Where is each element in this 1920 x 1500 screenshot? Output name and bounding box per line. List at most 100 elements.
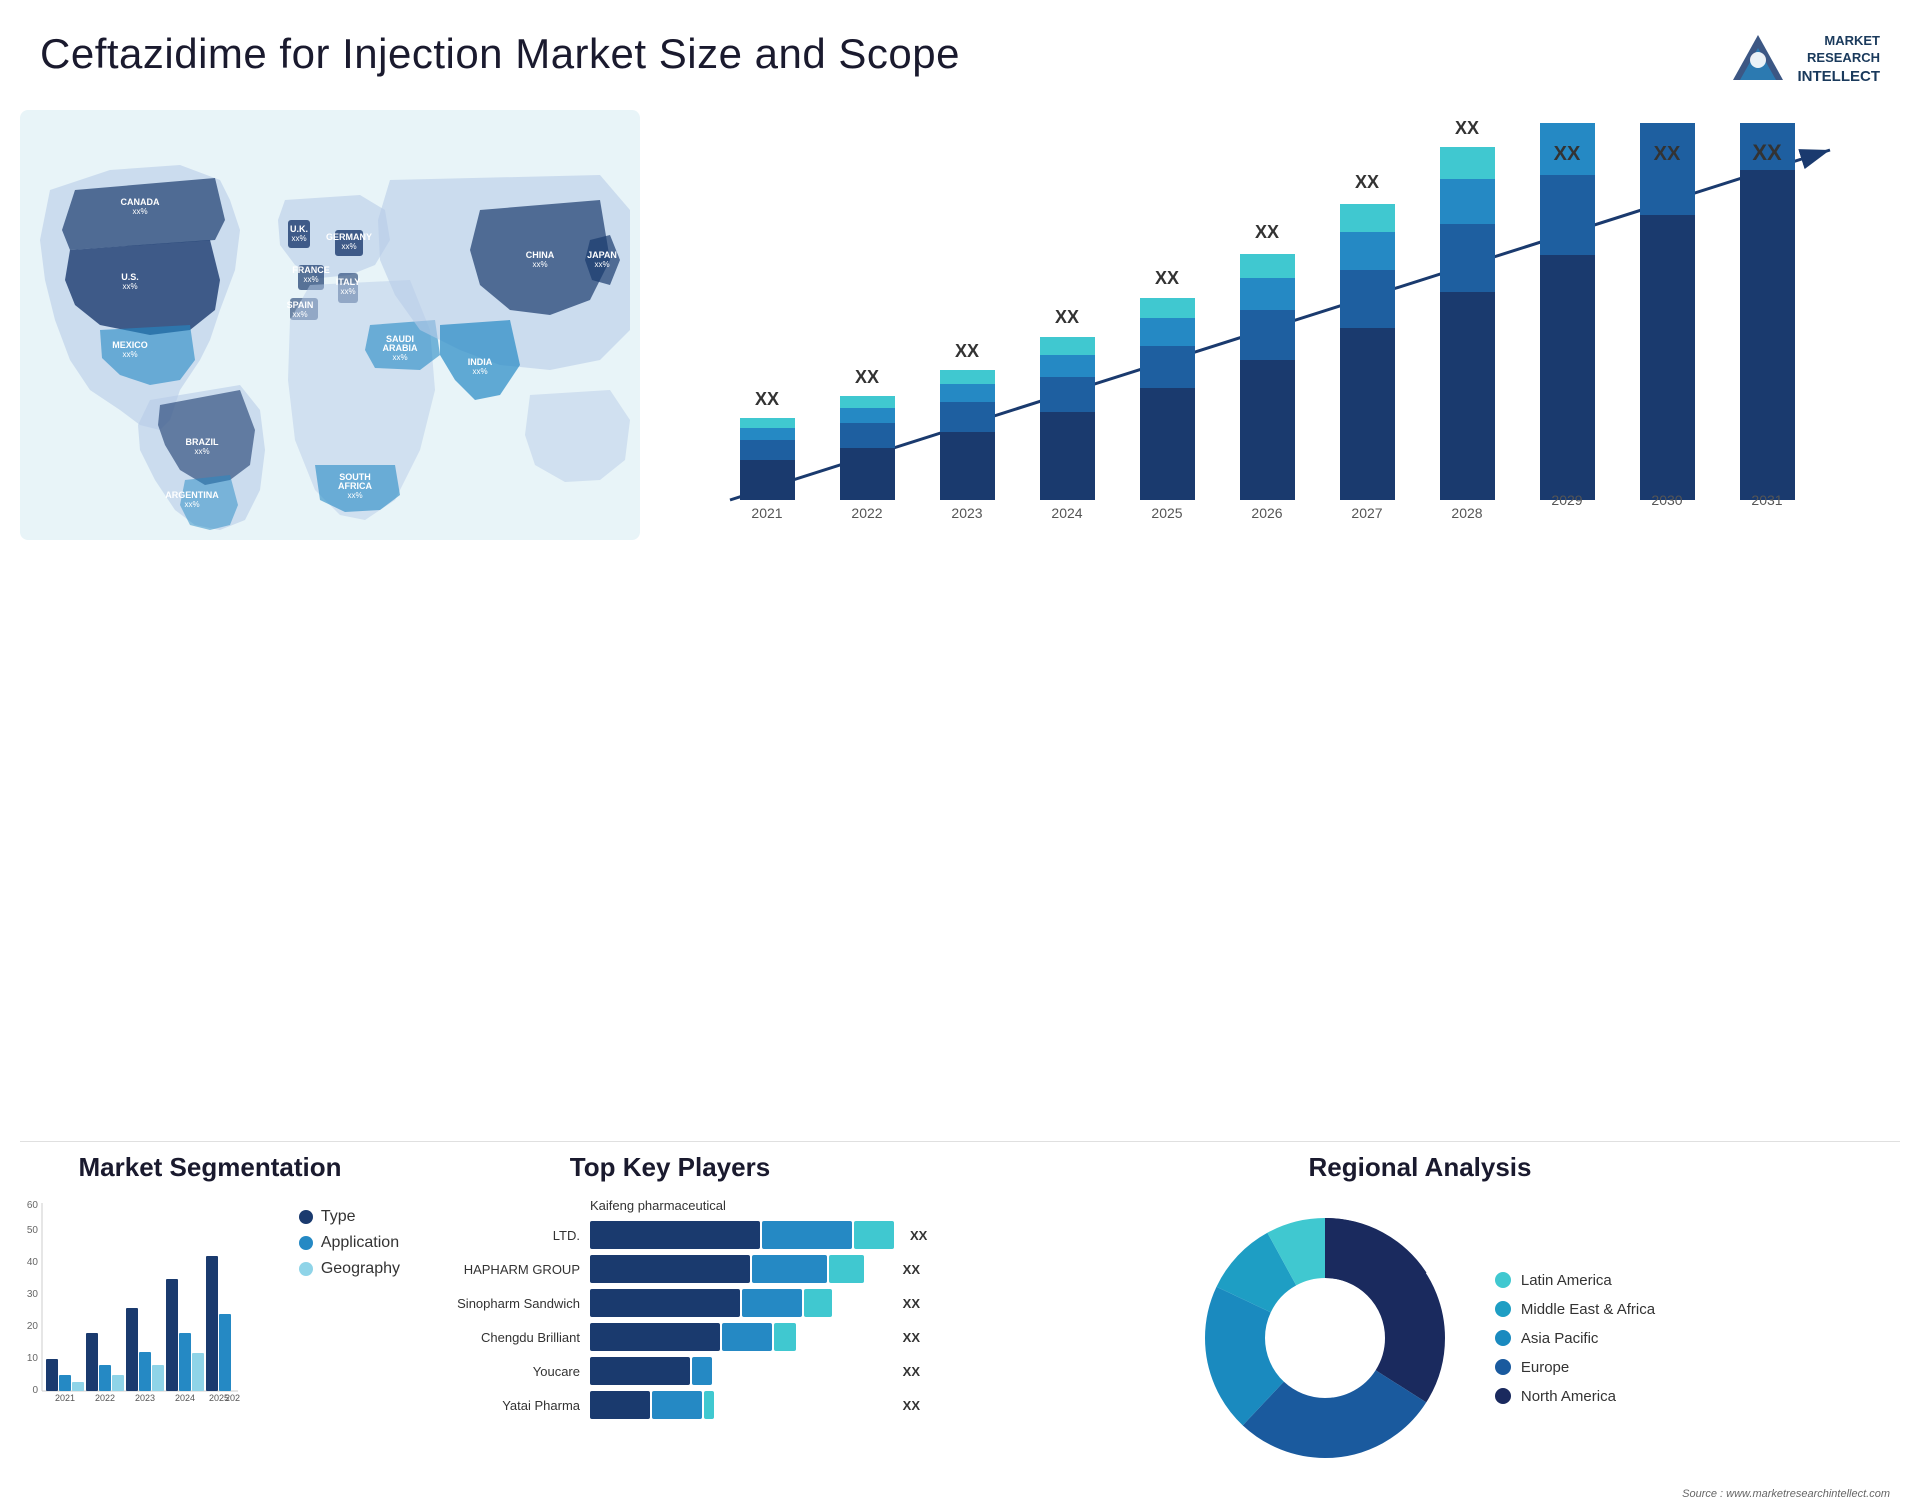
svg-text:xx%: xx%	[292, 310, 307, 319]
brazil-label: BRAZIL	[186, 437, 219, 447]
china-label: CHINA	[526, 250, 555, 260]
svg-text:XX: XX	[1455, 120, 1479, 138]
company-header: Kaifeng pharmaceutical	[420, 1198, 920, 1213]
player-val-hapharm: XX	[903, 1262, 920, 1277]
svg-text:XX: XX	[1752, 140, 1782, 165]
segmentation-title: Market Segmentation	[20, 1152, 400, 1183]
bar-2021-s4	[740, 418, 795, 428]
players-section: Top Key Players Kaifeng pharmaceutical L…	[420, 1152, 920, 1500]
player-row-youcare: Youcare XX	[420, 1357, 920, 1385]
legend-apac: Asia Pacific	[1495, 1330, 1655, 1347]
india-label: INDIA	[468, 357, 493, 367]
svg-text:xx%: xx%	[194, 447, 209, 456]
svg-text:2025: 2025	[1151, 505, 1182, 521]
canada-label: CANADA	[121, 197, 160, 207]
label-latam: Latin America	[1521, 1272, 1612, 1289]
player-row-yatai: Yatai Pharma XX	[420, 1391, 920, 1419]
label-apac: Asia Pacific	[1521, 1330, 1599, 1347]
bar-2021-s3	[740, 428, 795, 440]
svg-text:XX: XX	[855, 367, 879, 387]
label-mea: Middle East & Africa	[1521, 1301, 1655, 1318]
svg-text:0: 0	[32, 1385, 38, 1396]
bar-2021-label: XX	[755, 389, 779, 409]
segmentation-section: Market Segmentation 0 10 20 30 40 50 60	[20, 1152, 400, 1500]
bar-seg1	[590, 1221, 760, 1249]
seg-chart-svg: 0 10 20 30 40 50 60 2021	[20, 1198, 240, 1418]
player-val-chengdu: XX	[903, 1330, 920, 1345]
player-bars-hapharm	[590, 1255, 887, 1283]
svg-text:xx%: xx%	[132, 207, 147, 216]
logo-area: MARKET RESEARCH INTELLECT	[1728, 30, 1881, 90]
player-row-hapharm: HAPHARM GROUP XX	[420, 1255, 920, 1283]
player-val-sinopharm: XX	[903, 1296, 920, 1311]
legend-geo-dot	[299, 1262, 313, 1276]
svg-text:xx%: xx%	[122, 282, 137, 291]
color-europe	[1495, 1359, 1511, 1375]
seg-legend: Type Application Geography	[299, 1208, 400, 1423]
germany-label: GERMANY	[326, 232, 372, 242]
legend-northamerica: North America	[1495, 1388, 1655, 1405]
svg-text:xx%: xx%	[184, 500, 199, 509]
player-row-sinopharm: Sinopharm Sandwich XX	[420, 1289, 920, 1317]
svg-text:2027: 2027	[1351, 505, 1382, 521]
label-europe: Europe	[1521, 1359, 1569, 1376]
player-name-youcare: Youcare	[420, 1364, 580, 1379]
player-name-sinopharm: Sinopharm Sandwich	[420, 1296, 580, 1311]
player-name-yatai: Yatai Pharma	[420, 1398, 580, 1413]
svg-text:2029: 2029	[1551, 492, 1582, 508]
chart-section: XX 2021 XX 2022 XX 2023	[660, 110, 1900, 1136]
svg-text:20: 20	[27, 1321, 39, 1332]
player-bars-yatai	[590, 1391, 887, 1419]
italy-label: ITALY	[336, 277, 361, 287]
svg-text:XX: XX	[1255, 222, 1279, 242]
mexico-label: MEXICO	[112, 340, 148, 350]
color-latam	[1495, 1272, 1511, 1288]
player-bars-youcare	[590, 1357, 887, 1385]
player-bars-ltd	[590, 1221, 894, 1249]
svg-text:2031: 2031	[1751, 492, 1782, 508]
svg-text:XX: XX	[1554, 143, 1581, 165]
svg-text:2026: 2026	[1251, 505, 1282, 521]
svg-text:xx%: xx%	[472, 367, 487, 376]
color-apac	[1495, 1330, 1511, 1346]
logo-icon	[1728, 30, 1788, 90]
bar-seg2	[762, 1221, 852, 1249]
legend-type-label: Type	[321, 1208, 356, 1226]
color-northamerica	[1495, 1388, 1511, 1404]
svg-text:xx%: xx%	[347, 491, 362, 500]
svg-text:2026: 2026	[225, 1393, 240, 1403]
us-label: U.S.	[121, 272, 139, 282]
svg-text:30: 30	[27, 1289, 39, 1300]
svg-text:xx%: xx%	[291, 234, 306, 243]
svg-text:xx%: xx%	[532, 260, 547, 269]
legend-geography: Geography	[299, 1260, 400, 1278]
top-content: CANADA xx% U.S. xx% MEXICO xx% BRAZIL xx…	[0, 110, 1920, 1136]
bar-seg3	[854, 1221, 894, 1249]
svg-text:xx%: xx%	[303, 275, 318, 284]
donut-legend: Latin America Middle East & Africa Asia …	[1495, 1272, 1655, 1405]
source-text: Source : www.marketresearchintellect.com	[940, 1488, 1900, 1500]
legend-mea: Middle East & Africa	[1495, 1301, 1655, 1318]
donut-chart	[1185, 1198, 1465, 1478]
player-name-chengdu: Chengdu Brilliant	[420, 1330, 580, 1345]
donut-hole	[1266, 1279, 1384, 1397]
logo-text: MARKET RESEARCH INTELLECT	[1798, 33, 1881, 86]
legend-type-dot	[299, 1210, 313, 1224]
legend-type: Type	[299, 1208, 400, 1226]
page-title: Ceftazidime for Injection Market Size an…	[40, 30, 960, 78]
player-bars-sinopharm	[590, 1289, 887, 1317]
regional-section: Regional Analysis	[940, 1152, 1900, 1500]
legend-latam: Latin America	[1495, 1272, 1655, 1289]
player-val-ltd: XX	[910, 1228, 927, 1243]
map-section: CANADA xx% U.S. xx% MEXICO xx% BRAZIL xx…	[20, 110, 640, 1136]
svg-text:ARABIA: ARABIA	[383, 343, 418, 353]
france-label: FRANCE	[292, 265, 330, 275]
world-map: CANADA xx% U.S. xx% MEXICO xx% BRAZIL xx…	[20, 110, 640, 540]
svg-text:50: 50	[27, 1225, 39, 1236]
svg-text:xx%: xx%	[341, 242, 356, 251]
growth-chart-svg: XX 2021 XX 2022 XX 2023	[680, 120, 1880, 540]
svg-text:XX: XX	[1055, 307, 1079, 327]
legend-app-dot	[299, 1236, 313, 1250]
svg-text:xx%: xx%	[594, 260, 609, 269]
segmentation-content: 0 10 20 30 40 50 60 2021	[20, 1198, 400, 1423]
